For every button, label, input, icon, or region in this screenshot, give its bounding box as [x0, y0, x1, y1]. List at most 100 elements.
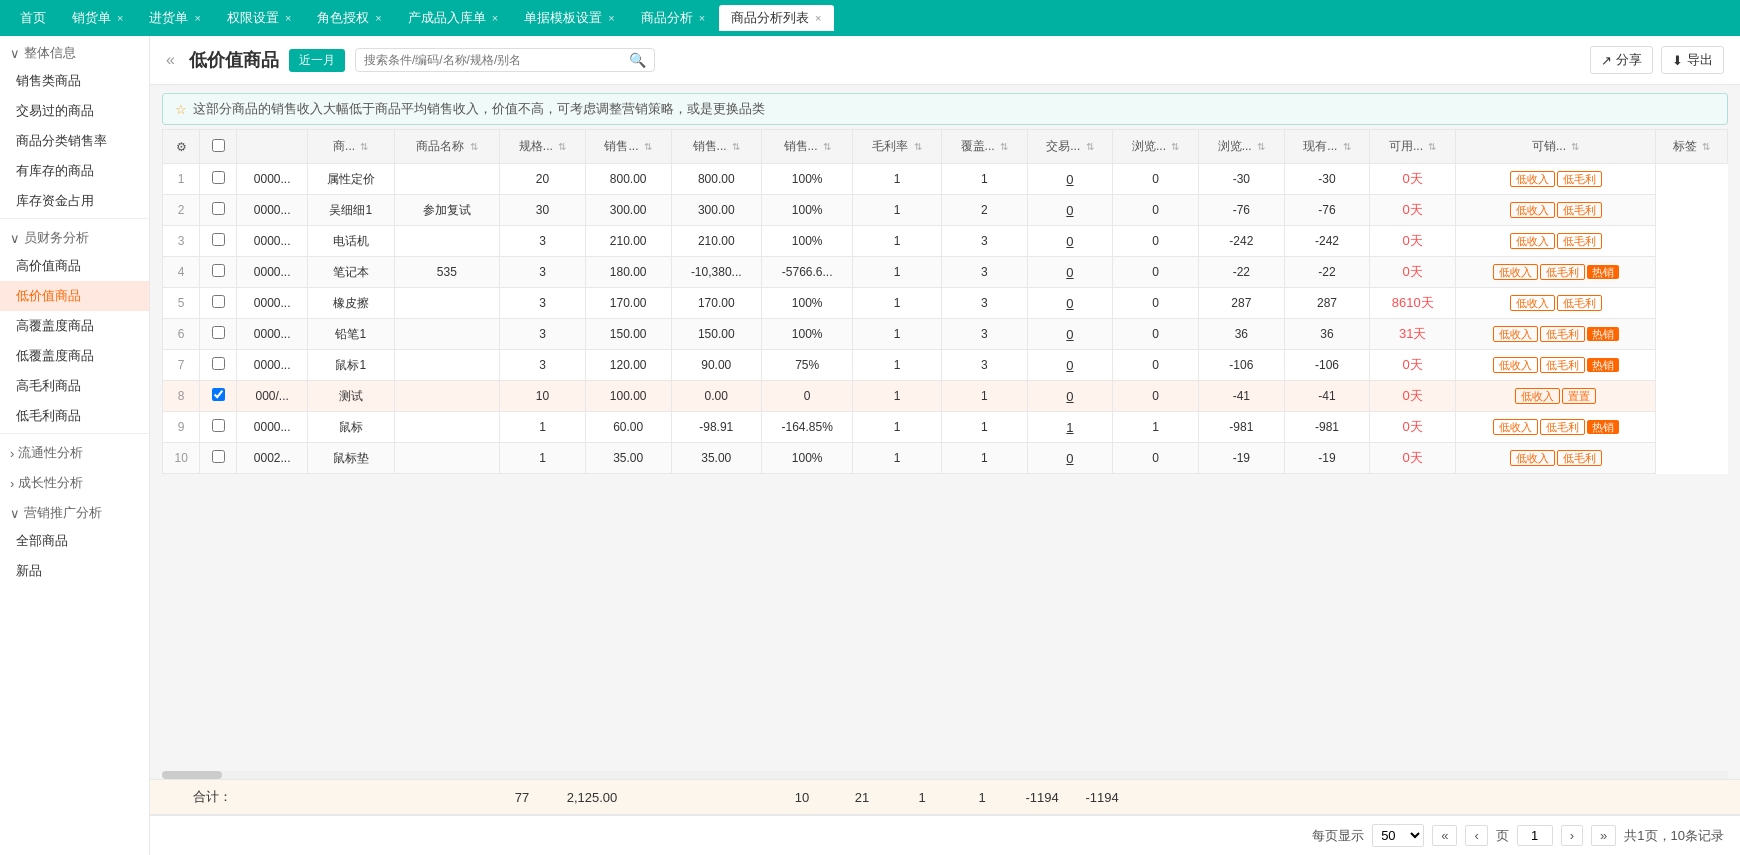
row-checkbox[interactable]	[212, 419, 225, 432]
views-link[interactable]: 0	[1066, 296, 1073, 311]
sidebar-item-all-goods[interactable]: 全部商品	[0, 526, 149, 556]
col-transactions[interactable]: 交易... ⇅	[1027, 130, 1113, 164]
per-page-select[interactable]: 50 100	[1372, 824, 1424, 847]
col-sales2[interactable]: 销售... ⇅	[671, 130, 761, 164]
col-tags[interactable]: 标签 ⇅	[1656, 130, 1728, 164]
sidebar-group-overall[interactable]: ∨ 整体信息	[0, 36, 149, 66]
sidebar-item-high-margin[interactable]: 高毛利商品	[0, 371, 149, 401]
views-link[interactable]: 0	[1066, 451, 1073, 466]
row-col10-cell: -981	[1284, 412, 1370, 443]
row-checkbox-cell[interactable]	[200, 195, 237, 226]
total-col9: -1194	[1012, 790, 1072, 805]
sidebar-item-stock-goods[interactable]: 有库存的商品	[0, 156, 149, 186]
row-checkbox-cell[interactable]	[200, 319, 237, 350]
views-link[interactable]: 0	[1066, 172, 1073, 187]
nav-purchase[interactable]: 进货单 ×	[137, 5, 212, 31]
views-link[interactable]: 0	[1066, 234, 1073, 249]
row-checkbox[interactable]	[212, 295, 225, 308]
row-checkbox[interactable]	[212, 233, 225, 246]
col-margin[interactable]: 毛利率 ⇅	[853, 130, 942, 164]
row-checkbox[interactable]	[212, 264, 225, 277]
sidebar-item-category-sales[interactable]: 商品分类销售率	[0, 126, 149, 156]
row-checkbox-cell[interactable]	[200, 164, 237, 195]
sidebar-group-liquidity[interactable]: › 流通性分析	[0, 436, 149, 466]
row-checkbox[interactable]	[212, 202, 225, 215]
views-link[interactable]: 0	[1066, 358, 1073, 373]
nav-home[interactable]: 首页	[8, 5, 58, 31]
close-icon[interactable]: ×	[492, 12, 498, 24]
row-checkbox[interactable]	[212, 171, 225, 184]
nav-sales[interactable]: 销货单 ×	[60, 5, 135, 31]
row-checkbox[interactable]	[212, 450, 225, 463]
row-checkbox[interactable]	[212, 388, 225, 401]
next-page-button[interactable]: ›	[1561, 825, 1583, 846]
nav-permissions[interactable]: 权限设置 ×	[215, 5, 303, 31]
col-code[interactable]: 商... ⇅	[307, 130, 394, 164]
nav-roles[interactable]: 角色授权 ×	[305, 5, 393, 31]
views-link[interactable]: 1	[1066, 420, 1073, 435]
sidebar-item-low-margin[interactable]: 低毛利商品	[0, 401, 149, 431]
nav-template[interactable]: 单据模板设置 ×	[512, 5, 626, 31]
views-link[interactable]: 0	[1066, 389, 1073, 404]
export-button[interactable]: ⬇ 导出	[1661, 46, 1724, 74]
sidebar-item-low-value[interactable]: 低价值商品	[0, 281, 149, 311]
col-sales1[interactable]: 销售... ⇅	[585, 130, 671, 164]
sidebar-item-high-value[interactable]: 高价值商品	[0, 251, 149, 281]
row-name-cell: 笔记本	[307, 257, 394, 288]
nav-product-analysis-list[interactable]: 商品分析列表 ×	[719, 5, 833, 31]
close-icon[interactable]: ×	[194, 12, 200, 24]
last-page-button[interactable]: »	[1591, 825, 1616, 846]
col-spec[interactable]: 规格... ⇅	[500, 130, 586, 164]
row-checkbox-cell[interactable]	[200, 350, 237, 381]
sidebar-group-growth[interactable]: › 成长性分析	[0, 466, 149, 496]
scrollbar-thumb[interactable]	[162, 771, 222, 779]
sidebar-item-sales-goods[interactable]: 销售类商品	[0, 66, 149, 96]
search-icon[interactable]: 🔍	[629, 52, 646, 68]
close-icon[interactable]: ×	[699, 12, 705, 24]
views-link[interactable]: 0	[1066, 203, 1073, 218]
sidebar-item-low-coverage[interactable]: 低覆盖度商品	[0, 341, 149, 371]
sidebar-group-finance[interactable]: ∨ 员财务分析	[0, 221, 149, 251]
first-page-button[interactable]: «	[1432, 825, 1457, 846]
col-sales3[interactable]: 销售... ⇅	[761, 130, 852, 164]
nav-product-analysis[interactable]: 商品分析 ×	[629, 5, 717, 31]
col-views2[interactable]: 浏览... ⇅	[1198, 130, 1284, 164]
row-checkbox[interactable]	[212, 326, 225, 339]
col-coverage[interactable]: 覆盖... ⇅	[941, 130, 1027, 164]
horizontal-scrollbar[interactable]	[162, 771, 1728, 779]
select-all-checkbox[interactable]	[212, 139, 225, 152]
close-icon[interactable]: ×	[608, 12, 614, 24]
close-icon[interactable]: ×	[375, 12, 381, 24]
row-checkbox-cell[interactable]	[200, 288, 237, 319]
row-checkbox-cell[interactable]	[200, 226, 237, 257]
row-checkbox[interactable]	[212, 357, 225, 370]
views-link[interactable]: 0	[1066, 265, 1073, 280]
row-col9-cell: -22	[1198, 257, 1284, 288]
page-number-input[interactable]	[1517, 825, 1553, 846]
row-checkbox-cell[interactable]	[200, 443, 237, 474]
share-button[interactable]: ↗ 分享	[1590, 46, 1653, 74]
col-sellable-stock[interactable]: 可销... ⇅	[1456, 130, 1656, 164]
close-icon[interactable]: ×	[815, 12, 821, 24]
views-link[interactable]: 0	[1066, 327, 1073, 342]
prev-page-button[interactable]: ‹	[1465, 825, 1487, 846]
sidebar-group-marketing[interactable]: ∨ 营销推广分析	[0, 496, 149, 526]
time-filter-button[interactable]: 近一月	[289, 49, 345, 72]
col-current-stock[interactable]: 现有... ⇅	[1284, 130, 1370, 164]
row-checkbox-cell[interactable]	[200, 412, 237, 443]
col-settings[interactable]: ⚙	[163, 130, 200, 164]
search-input[interactable]	[364, 53, 629, 67]
close-icon[interactable]: ×	[285, 12, 291, 24]
row-checkbox-cell[interactable]	[200, 381, 237, 412]
sidebar-item-high-coverage[interactable]: 高覆盖度商品	[0, 311, 149, 341]
sidebar-item-stock-capital[interactable]: 库存资金占用	[0, 186, 149, 216]
col-views1[interactable]: 浏览... ⇅	[1113, 130, 1199, 164]
row-checkbox-cell[interactable]	[200, 257, 237, 288]
col-available-stock[interactable]: 可用... ⇅	[1370, 130, 1456, 164]
close-icon[interactable]: ×	[117, 12, 123, 24]
nav-product-in[interactable]: 产成品入库单 ×	[396, 5, 510, 31]
sidebar-item-traded-goods[interactable]: 交易过的商品	[0, 96, 149, 126]
col-name[interactable]: 商品名称 ⇅	[394, 130, 500, 164]
sidebar-item-new-goods[interactable]: 新品	[0, 556, 149, 586]
sidebar-collapse-button[interactable]: «	[166, 51, 175, 69]
